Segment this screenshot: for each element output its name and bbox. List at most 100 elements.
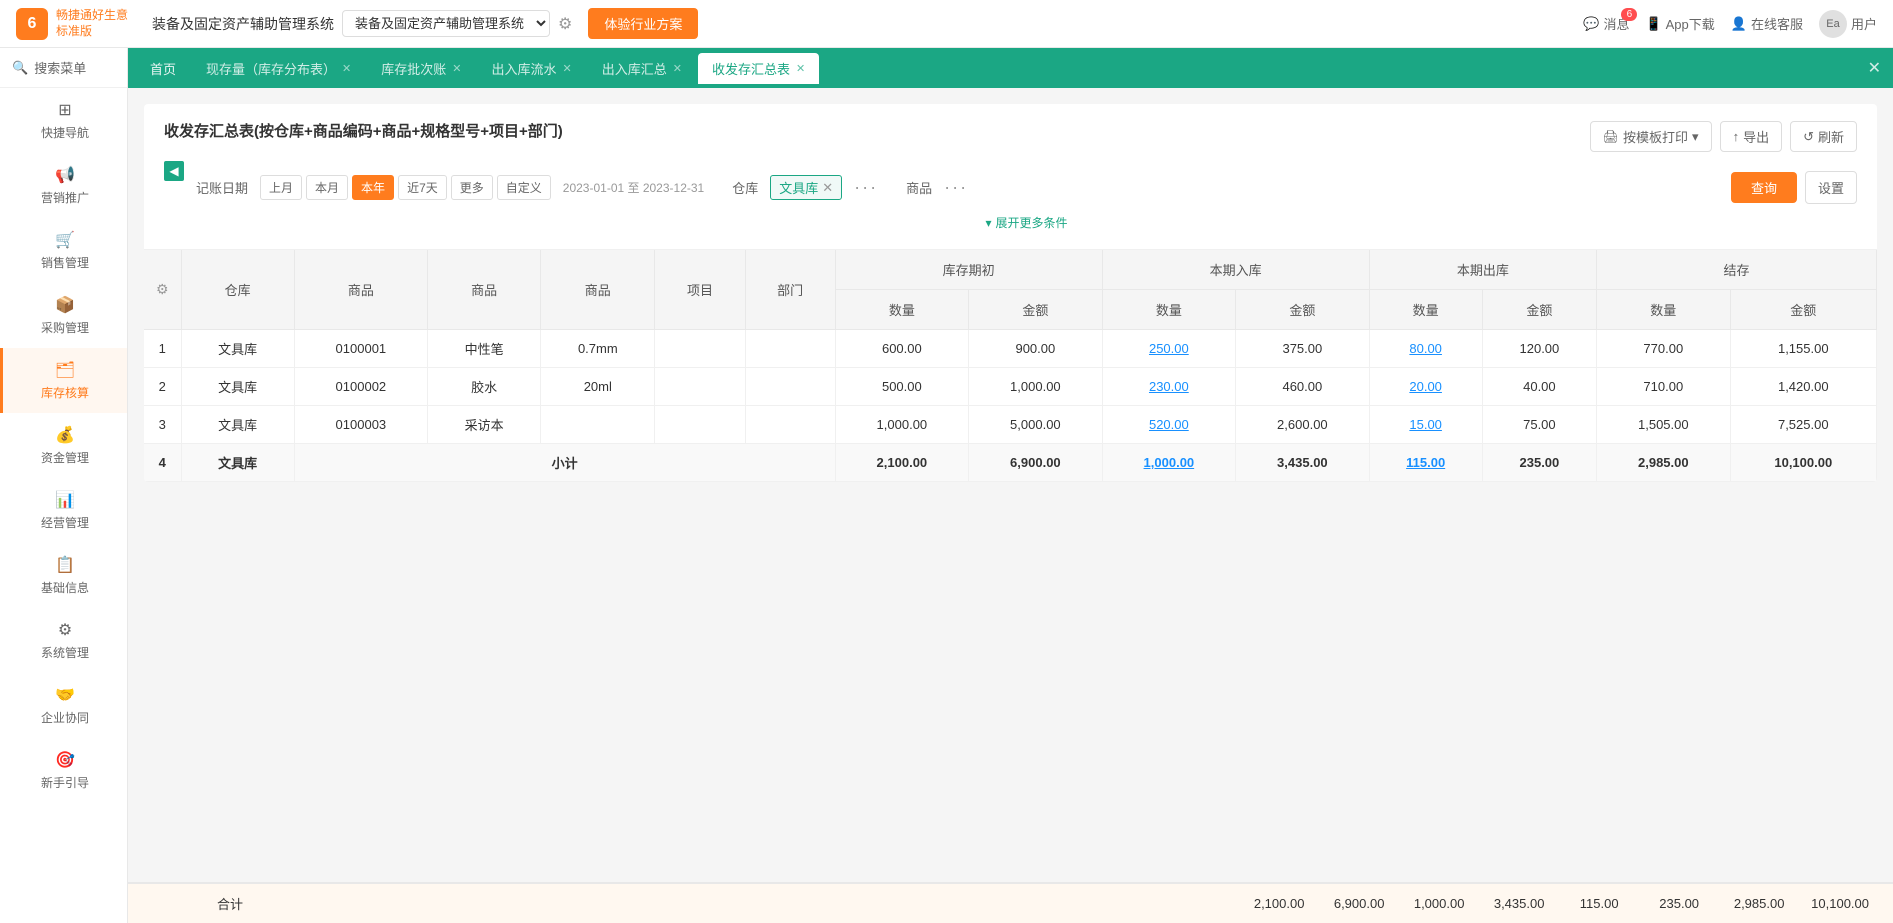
row3-open-qty: 1,000.00	[835, 406, 969, 444]
tab-bar-close[interactable]: ✕	[1864, 54, 1885, 82]
expand-more-btn[interactable]: ▾ 展开更多条件	[985, 214, 1067, 231]
sidebar-item-guide[interactable]: 🎯 新手引导	[0, 738, 127, 803]
footer-label: 合计	[140, 894, 320, 913]
expand-icon: ▾	[985, 216, 991, 230]
col-group-closing: 结存	[1597, 250, 1877, 290]
table-settings-btn[interactable]: ⚙	[156, 281, 169, 298]
settings-icon[interactable]: ⚙	[558, 14, 572, 34]
guide-icon: 🎯	[55, 750, 75, 770]
print-btn[interactable]: 🖨 按模板打印 ▾	[1590, 121, 1712, 152]
sidebar-item-quick-nav[interactable]: ⊞ 快捷导航	[0, 88, 127, 153]
row1-spec: 0.7mm	[541, 330, 655, 368]
tab-recv-send-close[interactable]: ✕	[796, 62, 805, 75]
col-open-amt: 金额	[969, 290, 1103, 330]
sidebar-item-system[interactable]: ⚙ 系统管理	[0, 608, 127, 673]
row1-close-amt: 1,155.00	[1730, 330, 1876, 368]
user-action[interactable]: Ea 用户	[1819, 10, 1877, 38]
subtotal-in-qty: 1,000.00	[1102, 444, 1236, 482]
tab-batch-close[interactable]: ✕	[452, 62, 461, 75]
col-close-qty: 数量	[1597, 290, 1731, 330]
row1-warehouse: 文具库	[181, 330, 294, 368]
row2-out-amt: 40.00	[1482, 368, 1596, 406]
experience-btn[interactable]: 体验行业方案	[588, 8, 698, 39]
base-info-label: 基础信息	[41, 579, 89, 596]
search-label: 搜索菜单	[34, 58, 86, 77]
tab-in-out-summary-close[interactable]: ✕	[673, 62, 682, 75]
date-custom[interactable]: 自定义	[497, 175, 551, 200]
tab-stock-dist[interactable]: 现存量（库存分布表） ✕	[192, 53, 365, 84]
inventory-label: 库存核算	[41, 384, 89, 401]
app-download-label: App下载	[1666, 14, 1715, 33]
base-info-icon: 📋	[55, 555, 75, 575]
tab-recv-send[interactable]: 收发存汇总表 ✕	[698, 53, 819, 84]
sidebar-item-finance[interactable]: 💰 资金管理	[0, 413, 127, 478]
goods-dots[interactable]: ···	[944, 177, 968, 198]
sidebar-item-marketing[interactable]: 📢 营销推广	[0, 153, 127, 218]
row3-close-amt: 7,525.00	[1730, 406, 1876, 444]
row1-out-qty: 80.00	[1369, 330, 1482, 368]
sidebar-item-base-info[interactable]: 📋 基础信息	[0, 543, 127, 608]
row2-open-amt: 1,000.00	[969, 368, 1103, 406]
tab-in-out-flow[interactable]: 出入库流水 ✕	[477, 53, 585, 84]
online-support-action[interactable]: 👤 在线客服	[1731, 14, 1803, 33]
date-filters: 上月 本月 本年 近7天 更多 自定义	[260, 175, 551, 200]
tab-in-out-summary[interactable]: 出入库汇总 ✕	[588, 53, 696, 84]
query-btn[interactable]: 查询	[1731, 172, 1797, 203]
finance-label: 资金管理	[41, 449, 89, 466]
sidebar-item-operations[interactable]: 📊 经营管理	[0, 478, 127, 543]
row2-project	[655, 368, 745, 406]
sidebar-search[interactable]: 🔍 搜索菜单	[0, 48, 127, 88]
tab-batch[interactable]: 库存批次账 ✕	[367, 53, 475, 84]
row3-open-amt: 5,000.00	[969, 406, 1103, 444]
sidebar-item-inventory[interactable]: 🗂 库存核算	[0, 348, 127, 413]
date-this-month[interactable]: 本月	[306, 175, 348, 200]
query-actions: 查询 设置	[1731, 171, 1857, 204]
message-action[interactable]: 💬 消息 6	[1583, 14, 1629, 33]
warehouse-filter-label: 仓库	[732, 178, 758, 197]
warehouse-dots[interactable]: ···	[854, 177, 878, 198]
sidebar-item-enterprise[interactable]: 🤝 企业协同	[0, 673, 127, 738]
app-download-action[interactable]: 📱 App下载	[1645, 14, 1714, 33]
sidebar-item-purchase[interactable]: 📦 采购管理	[0, 283, 127, 348]
subtotal-close-qty: 2,985.00	[1597, 444, 1731, 482]
message-badge: 6	[1621, 8, 1637, 21]
page-card: 收发存汇总表(按仓库+商品编码+商品+规格型号+项目+部门) 🖨 按模板打印 ▾…	[144, 104, 1877, 482]
footer-values: 2,100.00 6,900.00 1,000.00 3,435.00 115.…	[320, 896, 1881, 911]
tab-stock-dist-close[interactable]: ✕	[342, 62, 351, 75]
tab-home[interactable]: 首页	[136, 53, 190, 84]
filter-row-1: 记账日期 上月 本月 本年 近7天 更多 自定义	[196, 161, 1857, 208]
purchase-icon: 📦	[55, 295, 75, 315]
footer-out-qty: 115.00	[1559, 896, 1639, 911]
logo-line1: 畅捷通好生意	[56, 8, 128, 24]
logo-icon: 6	[16, 8, 48, 40]
date-more[interactable]: 更多	[451, 175, 493, 200]
date-7-days[interactable]: 近7天	[398, 175, 447, 200]
table-row: 1 文具库 0100001 中性笔 0.7mm 600.00 900.00	[144, 330, 1877, 368]
purchase-label: 采购管理	[41, 319, 89, 336]
row3-project	[655, 406, 745, 444]
row3-spec	[541, 406, 655, 444]
content-area: 首页 现存量（库存分布表） ✕ 库存批次账 ✕ 出入库流水 ✕ 出入库汇总 ✕	[128, 48, 1893, 923]
print-icon: 🖨	[1603, 129, 1620, 145]
footer-total-label: 合计	[217, 897, 243, 912]
row1-dept	[745, 330, 835, 368]
sidebar-item-sales[interactable]: 🛒 销售管理	[0, 218, 127, 283]
export-btn[interactable]: ↑ 导出	[1720, 121, 1783, 152]
date-range: 2023-01-01 至 2023-12-31	[563, 179, 704, 196]
refresh-btn[interactable]: ↺ 刷新	[1790, 121, 1857, 152]
col-settings: ⚙	[144, 250, 181, 330]
inventory-icon: 🗂	[55, 360, 75, 380]
tab-in-out-flow-close[interactable]: ✕	[563, 62, 572, 75]
date-this-year[interactable]: 本年	[352, 175, 394, 200]
warehouse-tag-close[interactable]: ✕	[822, 180, 833, 196]
tab-stock-dist-label: 现存量（库存分布表）	[206, 59, 336, 78]
expand-label: 展开更多条件	[996, 214, 1068, 231]
subtotal-in-amt: 3,435.00	[1236, 444, 1370, 482]
collapse-arrow[interactable]: ◀	[164, 161, 184, 181]
date-prev-month[interactable]: 上月	[260, 175, 302, 200]
page-header: 收发存汇总表(按仓库+商品编码+商品+规格型号+项目+部门) 🖨 按模板打印 ▾…	[144, 104, 1877, 250]
footer-open-qty: 2,100.00	[1239, 896, 1319, 911]
row3-code: 0100003	[294, 406, 428, 444]
system-select[interactable]: 装备及固定资产辅助管理系统	[342, 10, 550, 37]
setting-btn[interactable]: 设置	[1805, 171, 1857, 204]
